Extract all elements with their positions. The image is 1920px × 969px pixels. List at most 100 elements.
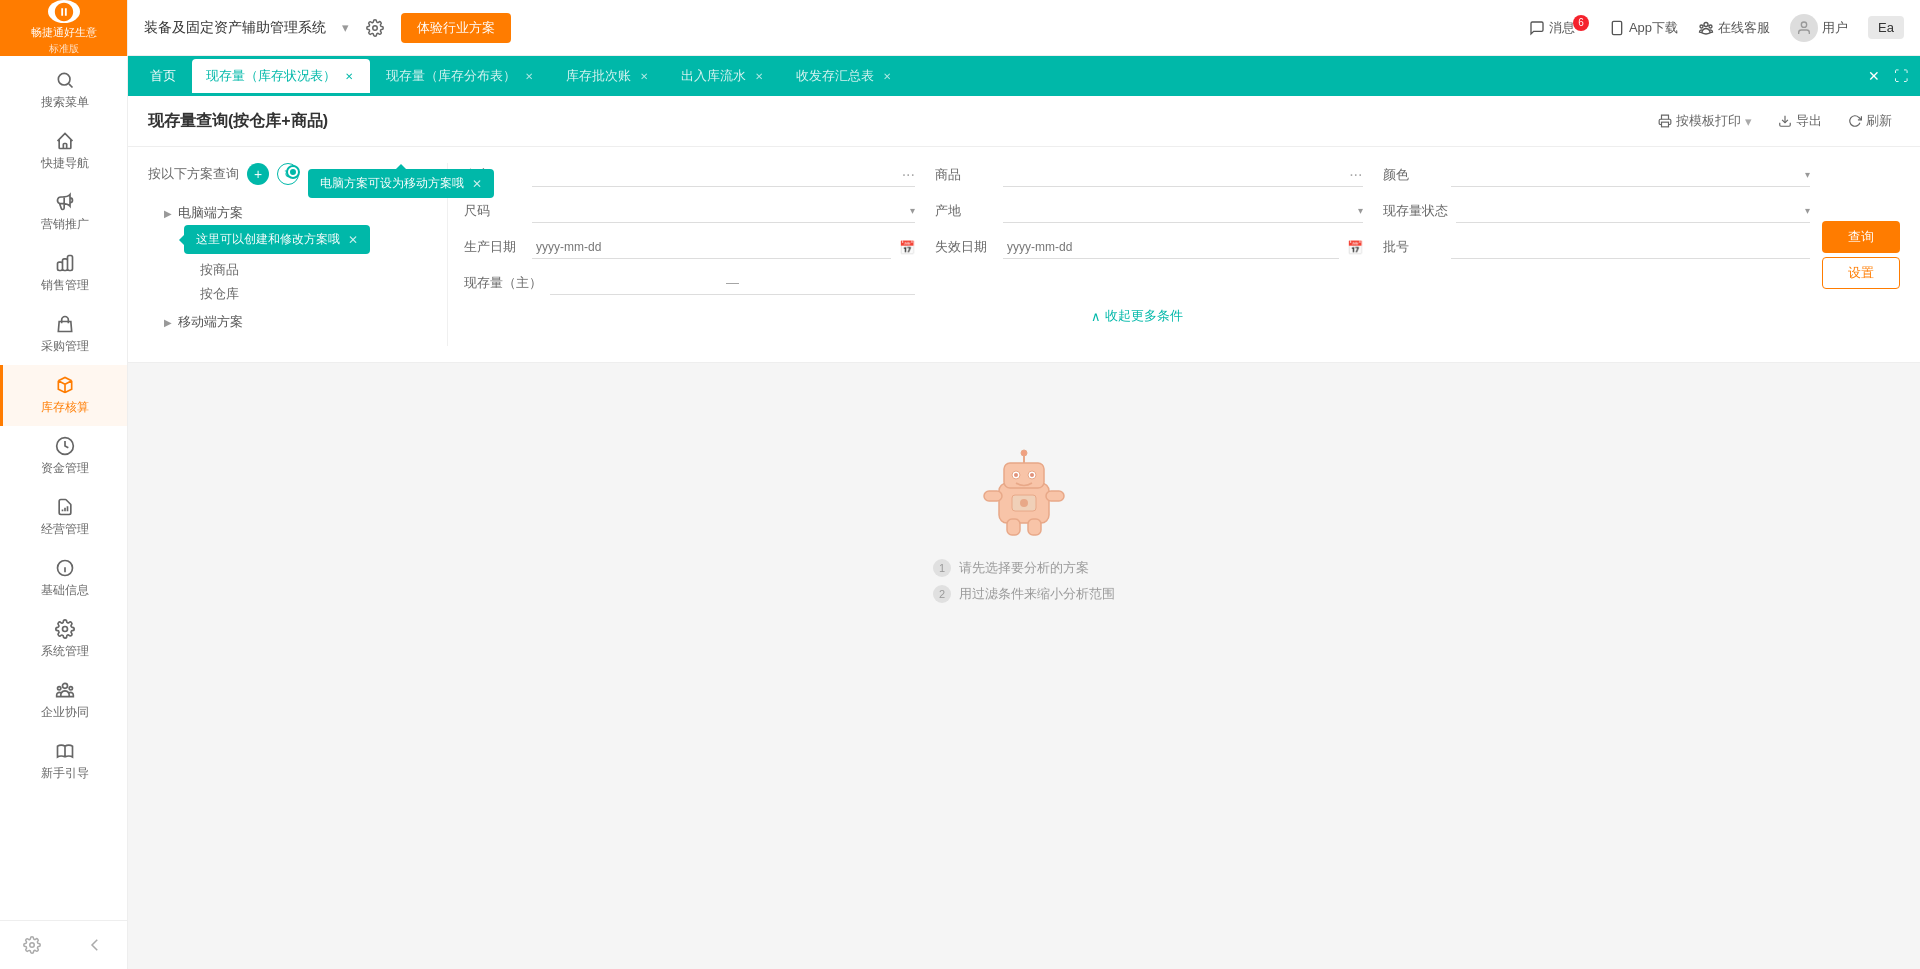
size-select-wrapper[interactable]: ▾: [532, 199, 915, 223]
prod-date-calendar-icon[interactable]: 📅: [899, 240, 915, 255]
export-btn[interactable]: 导出: [1770, 108, 1830, 134]
print-dropdown-arrow: ▾: [1745, 114, 1752, 129]
svg-point-4: [30, 943, 35, 948]
app-download-label: App下载: [1629, 19, 1678, 37]
online-service-btn[interactable]: 在线客服: [1698, 19, 1770, 37]
sidebar-item-purchase[interactable]: 采购管理: [0, 304, 127, 365]
sidebar-item-guide[interactable]: 新手引导: [0, 731, 127, 792]
sidebar-item-operations[interactable]: 经营管理: [0, 487, 127, 548]
tab-batch-account[interactable]: 库存批次账 ✕: [552, 59, 665, 93]
batch-input[interactable]: [1451, 235, 1811, 259]
product-input[interactable]: [1003, 163, 1349, 186]
size-dropdown-arrow[interactable]: ▾: [910, 205, 915, 216]
stock-status-input[interactable]: [1456, 199, 1806, 222]
print-template-btn[interactable]: 按模板打印 ▾: [1650, 108, 1760, 134]
tab-inventory-dist[interactable]: 现存量（库存分布表） ✕: [372, 59, 550, 93]
filter-row-stock-qty: 现存量（主） —: [464, 271, 915, 295]
close-all-tabs-btn[interactable]: ✕: [1864, 64, 1884, 88]
sidebar-item-system[interactable]: 系统管理: [0, 609, 127, 670]
origin-select-wrapper[interactable]: ▾: [1003, 199, 1363, 223]
scheme-item-warehouse[interactable]: 按仓库: [164, 282, 431, 306]
color-select-wrapper[interactable]: ▾: [1451, 163, 1811, 187]
sidebar-item-label: 库存核算: [41, 399, 89, 416]
trial-button[interactable]: 体验行业方案: [401, 13, 511, 43]
tab-close-batch-account[interactable]: ✕: [637, 69, 651, 83]
user-menu-btn[interactable]: 用户: [1790, 14, 1848, 42]
svg-rect-12: [1004, 463, 1044, 488]
scheme-item-product[interactable]: 按商品: [164, 258, 431, 282]
scheme-group-desktop-header[interactable]: ▶ 电脑端方案: [164, 201, 431, 225]
stock-qty-min-input[interactable]: [550, 271, 722, 294]
sidebar-item-basic-info[interactable]: 基础信息: [0, 548, 127, 609]
color-input[interactable]: [1451, 163, 1806, 186]
dot-indicator-scheme: [288, 167, 298, 177]
origin-label: 产地: [935, 202, 995, 220]
create-scheme-tooltip-area: 这里可以创建和修改方案哦 ✕: [164, 225, 431, 258]
filter-left-panel: 按以下方案查询 + ↻ ← 电脑方案可设为移动方案哦 ✕: [148, 163, 448, 346]
empty-state: 1 请先选择要分析的方案 2 用过滤条件来缩小分析范围: [128, 363, 1920, 683]
app-download-btn[interactable]: App下载: [1609, 19, 1678, 37]
scheme-group-desktop: ▶ 电脑端方案 这里可以创建和修改方案哦 ✕ 按商品: [164, 201, 431, 306]
collapse-sidebar-btn[interactable]: [81, 931, 109, 959]
refresh-btn-label: 刷新: [1866, 112, 1892, 130]
sidebar-item-label: 采购管理: [41, 338, 89, 355]
tab-collect-send[interactable]: 收发存汇总表 ✕: [782, 59, 908, 93]
filter-schemes: ▶ 电脑端方案 这里可以创建和修改方案哦 ✕ 按商品: [148, 197, 431, 346]
sidebar-item-sales[interactable]: 销售管理: [0, 243, 127, 304]
tooltip-scheme-popup: 电脑方案可设为移动方案哦 ✕: [308, 169, 494, 198]
scheme-group-mobile-arrow: ▶: [164, 317, 172, 328]
refresh-btn[interactable]: 刷新: [1840, 108, 1900, 134]
origin-dropdown-arrow[interactable]: ▾: [1358, 205, 1363, 216]
size-input[interactable]: [532, 199, 910, 222]
sidebar-item-quick-nav[interactable]: 快捷导航: [0, 121, 127, 182]
system-settings-btn[interactable]: [361, 14, 389, 42]
tab-close-inventory-dist[interactable]: ✕: [522, 69, 536, 83]
step-2-text: 用过滤条件来缩小分析范围: [959, 585, 1115, 603]
sidebar-item-label: 快捷导航: [41, 155, 89, 172]
svg-rect-6: [1612, 21, 1621, 34]
sidebar-item-marketing[interactable]: 营销推广: [0, 182, 127, 243]
filter-row-prod-date: 生产日期 📅: [464, 235, 915, 259]
collapse-filter-btn[interactable]: ∧ 收起更多条件: [464, 307, 1810, 325]
tooltip-scheme-close[interactable]: ✕: [472, 177, 482, 191]
prod-date-input[interactable]: [532, 236, 891, 259]
exp-date-input[interactable]: [1003, 236, 1339, 259]
tab-label: 出入库流水: [681, 67, 746, 85]
filter-fields-grid: 仓库 ··· 商品 ···: [464, 163, 1810, 295]
stock-qty-max-input[interactable]: [743, 271, 915, 294]
settings-footer-btn[interactable]: [18, 931, 46, 959]
messages-btn[interactable]: 消息 6: [1529, 19, 1589, 37]
sidebar-item-inventory[interactable]: 库存核算: [0, 365, 127, 426]
search-btn[interactable]: 查询: [1822, 221, 1900, 253]
reset-btn[interactable]: 设置: [1822, 257, 1900, 289]
product-more-icon[interactable]: ···: [1349, 166, 1362, 184]
product-select-wrapper[interactable]: ···: [1003, 163, 1363, 187]
sidebar-item-label: 营销推广: [41, 216, 89, 233]
warehouse-input[interactable]: [532, 163, 902, 186]
expand-tabs-btn[interactable]: ⛶: [1890, 64, 1912, 88]
size-label: 尺码: [464, 202, 524, 220]
tab-close-inventory-status[interactable]: ✕: [342, 69, 356, 83]
tab-close-collect-send[interactable]: ✕: [880, 69, 894, 83]
empty-steps: 1 请先选择要分析的方案 2 用过滤条件来缩小分析范围: [933, 559, 1115, 603]
tab-home-label: 首页: [150, 67, 176, 85]
sidebar-item-search-menu[interactable]: 搜索菜单: [0, 60, 127, 121]
sidebar-item-finance[interactable]: 资金管理: [0, 426, 127, 487]
warehouse-select-wrapper[interactable]: ···: [532, 163, 915, 187]
add-scheme-btn[interactable]: +: [247, 163, 269, 185]
tab-close-in-out-flow[interactable]: ✕: [752, 69, 766, 83]
exp-date-calendar-icon[interactable]: 📅: [1347, 240, 1363, 255]
scheme-group-mobile-header[interactable]: ▶ 移动端方案: [164, 310, 431, 334]
user-ea-btn[interactable]: Ea: [1868, 16, 1904, 39]
tab-home[interactable]: 首页: [136, 59, 190, 93]
product-label: 商品: [935, 166, 995, 184]
tooltip-create-close[interactable]: ✕: [348, 233, 358, 247]
scheme-group-mobile: ▶ 移动端方案: [164, 310, 431, 334]
origin-input[interactable]: [1003, 199, 1358, 222]
batch-label: 批号: [1383, 238, 1443, 256]
sidebar-item-enterprise[interactable]: 企业协同: [0, 670, 127, 731]
tab-in-out-flow[interactable]: 出入库流水 ✕: [667, 59, 780, 93]
stock-status-select-wrapper[interactable]: ▾: [1456, 199, 1811, 223]
warehouse-more-icon[interactable]: ···: [902, 166, 915, 184]
tab-inventory-status[interactable]: 现存量（库存状况表） ✕: [192, 59, 370, 93]
